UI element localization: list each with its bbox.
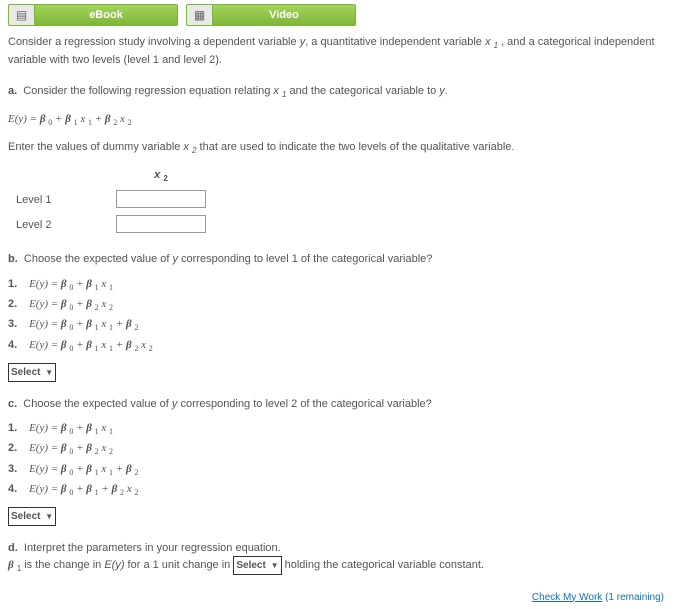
equation-a: E(y) = β 0 + β 1 x 1 + β 2 x 2 bbox=[8, 111, 668, 129]
select-c[interactable]: Select ▼ bbox=[8, 507, 56, 526]
video-icon: ▦ bbox=[187, 5, 213, 25]
check-my-work-link[interactable]: Check My Work bbox=[532, 592, 602, 603]
level1-input[interactable] bbox=[116, 190, 206, 208]
video-button[interactable]: ▦ Video bbox=[186, 4, 356, 26]
ebook-label: eBook bbox=[35, 7, 177, 24]
book-icon: ▤ bbox=[9, 5, 35, 25]
chevron-down-icon: ▼ bbox=[271, 561, 279, 570]
part-a-instruct: Enter the values of dummy variable x 2 t… bbox=[8, 139, 668, 157]
row-level2-label: Level 2 bbox=[8, 212, 108, 237]
select-b[interactable]: Select ▼ bbox=[8, 363, 56, 382]
part-b-options: 1. E(y) = β 0 + β 1 x 1 2. E(y) = β 0 + … bbox=[8, 276, 668, 355]
part-c-prompt: c. Choose the expected value of y corres… bbox=[8, 396, 668, 413]
header-x2: x 2 bbox=[108, 165, 214, 187]
level2-input[interactable] bbox=[116, 215, 206, 233]
chevron-down-icon: ▼ bbox=[45, 512, 53, 521]
remaining-count: (1 remaining) bbox=[605, 592, 664, 603]
footer: Check My Work (1 remaining) bbox=[8, 590, 668, 605]
ebook-button[interactable]: ▤ eBook bbox=[8, 4, 178, 26]
part-b-prompt: b. Choose the expected value of y corres… bbox=[8, 251, 668, 268]
video-label: Video bbox=[213, 7, 355, 24]
part-d-prompt: d. Interpret the parameters in your regr… bbox=[8, 540, 668, 557]
dummy-table: x 2 Level 1 Level 2 bbox=[8, 165, 214, 237]
intro-text: Consider a regression study involving a … bbox=[8, 34, 668, 69]
chevron-down-icon: ▼ bbox=[45, 368, 53, 377]
row-level1-label: Level 1 bbox=[8, 187, 108, 212]
part-c-options: 1. E(y) = β 0 + β 1 x 1 2. E(y) = β 0 + … bbox=[8, 420, 668, 499]
part-a-prompt: a. Consider the following regression equ… bbox=[8, 83, 668, 101]
